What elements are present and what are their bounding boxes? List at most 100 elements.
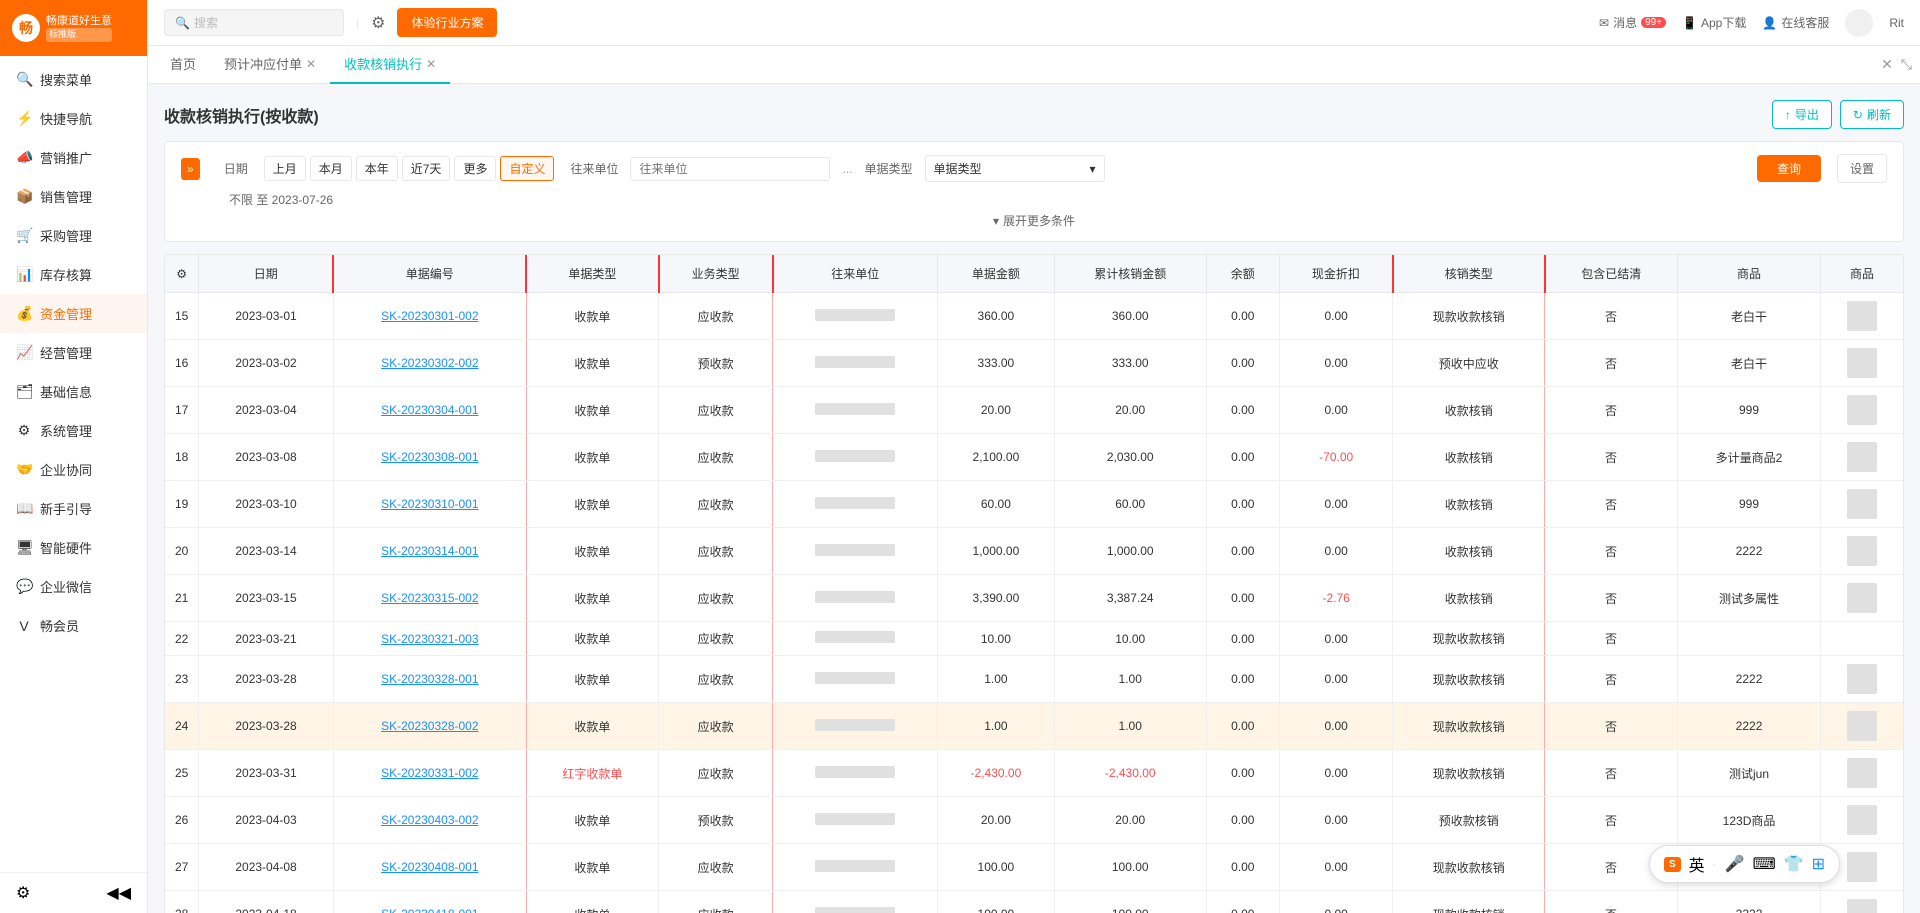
solution-btn[interactable]: 体验行业方案 [397,8,497,37]
filter-collapse-btn[interactable]: » [181,158,200,180]
cell-included: 否 [1545,750,1678,797]
bill-no-link[interactable]: SK-20230302-002 [381,356,478,370]
collapse-icon[interactable]: ◀◀ [106,883,131,903]
sidebar-item-search[interactable]: 🔍 搜索菜单 [0,60,147,99]
date-btn-custom[interactable]: 自定义 [500,156,554,181]
app-download-btn[interactable]: 📱 App下载 [1682,14,1746,31]
inventory-icon: 📊 [16,266,32,283]
settings-bottom-icon[interactable]: ⚙ [16,883,30,903]
cell-bill-type: 收款单 [526,293,658,340]
partner-input[interactable] [630,157,830,181]
sidebar-item-shortcut[interactable]: ⚡ 快捷导航 [0,99,147,138]
bill-no-link[interactable]: SK-20230321-003 [381,632,478,646]
expand-conditions-btn[interactable]: ▾ 展开更多条件 [181,212,1887,229]
date-btn-this-year[interactable]: 本年 [356,156,398,181]
bill-no-link[interactable]: SK-20230408-001 [381,860,478,874]
sidebar-item-purchase[interactable]: 🛒 采购管理 [0,216,147,255]
cell-no: 17 [165,387,199,434]
bill-no-link[interactable]: SK-20230328-002 [381,719,478,733]
cell-amount: 360.00 [937,293,1054,340]
cell-amount: 20.00 [937,797,1054,844]
tab-pre-payable[interactable]: 预计冲应付单 ✕ [210,46,330,84]
mic-icon[interactable]: 🎤 [1725,854,1745,874]
bill-no-link[interactable]: SK-20230418-001 [381,907,478,913]
bill-no-link[interactable]: SK-20230314-001 [381,544,478,558]
sidebar-item-marketing[interactable]: 📣 营销推广 [0,138,147,177]
cell-included: 否 [1545,797,1678,844]
sidebar-item-wechat[interactable]: 💬 企业微信 [0,567,147,606]
cell-bill-type: 收款单 [526,844,658,891]
refresh-btn[interactable]: ↻ 刷新 [1840,100,1904,129]
sidebar-item-guide[interactable]: 📖 新手引导 [0,489,147,528]
chevron-down-icon: ▾ [993,214,999,228]
bill-no-link[interactable]: SK-20230310-001 [381,497,478,511]
cell-amount: 20.00 [937,387,1054,434]
cell-no: 25 [165,750,199,797]
sidebar-item-basics[interactable]: 🗂 基础信息 [0,372,147,411]
cell-cash-discount: 0.00 [1279,387,1392,434]
chevron-down-icon: ▾ [1089,162,1095,176]
sidebar-item-collab[interactable]: 🤝 企业协同 [0,450,147,489]
close-tab-pre-payable[interactable]: ✕ [306,57,316,71]
online-service-btn[interactable]: 👤 在线客服 [1762,14,1829,31]
cell-amount: 10.00 [937,622,1054,656]
cell-goods2 [1821,293,1903,340]
data-table: ⚙ 日期 单据编号 单据类型 业务类型 往来单位 单据金额 累计核销金额 余额 … [164,254,1904,913]
tab-actions: ✕ ⤡ [1881,56,1912,73]
shortcut-icon: ⚡ [16,110,32,127]
cell-cumulative: 60.00 [1054,481,1206,528]
sidebar-item-inventory[interactable]: 📊 库存核算 [0,255,147,294]
avatar[interactable] [1845,9,1873,37]
query-btn[interactable]: 查询 [1757,155,1821,182]
export-btn[interactable]: ↑ 导出 [1772,100,1832,129]
cell-cash-discount: 0.00 [1279,293,1392,340]
bill-no-link[interactable]: SK-20230403-002 [381,813,478,827]
basics-icon: 🗂 [16,383,32,400]
cell-goods1: 测试jun [1678,750,1821,797]
close-all-tabs-icon[interactable]: ✕ [1881,56,1893,73]
cell-goods2 [1821,387,1903,434]
setting-btn[interactable]: 设置 [1837,154,1887,183]
bill-no-link[interactable]: SK-20230304-001 [381,403,478,417]
cell-balance: 0.00 [1206,891,1279,913]
tab-write-off[interactable]: 收款核销执行 ✕ [330,46,450,84]
cell-balance: 0.00 [1206,844,1279,891]
cell-date: 2023-03-01 [199,293,333,340]
close-tab-write-off[interactable]: ✕ [426,57,436,71]
col-settings[interactable]: ⚙ [165,255,199,293]
gear-icon[interactable]: ⚙ [371,13,385,33]
topbar-search-box[interactable]: 🔍 搜索 [164,9,344,36]
cell-partner [773,703,938,750]
sidebar-item-operations[interactable]: 📈 经营管理 [0,333,147,372]
maximize-icon[interactable]: ⤡ [1901,56,1912,73]
shirt-icon[interactable]: 👕 [1784,854,1804,874]
date-btn-this-month[interactable]: 本月 [310,156,352,181]
sidebar-item-hardware[interactable]: 🖥 智能硬件 [0,528,147,567]
sidebar-item-member[interactable]: V 畅会员 [0,606,147,645]
bill-no-link[interactable]: SK-20230315-002 [381,591,478,605]
grid-icon[interactable]: ⊞ [1812,854,1825,874]
cell-balance: 0.00 [1206,797,1279,844]
topbar: 🔍 搜索 | ⚙ 体验行业方案 ✉ 消息 99+ 📱 App下载 👤 在线客服 … [148,0,1920,46]
keyboard-icon[interactable]: ⌨ [1753,854,1776,874]
bill-no-link[interactable]: SK-20230308-001 [381,450,478,464]
bill-no-link[interactable]: SK-20230331-002 [381,766,478,780]
cell-included: 否 [1545,387,1678,434]
tab-home[interactable]: 首页 [156,46,210,84]
date-btn-7days[interactable]: 近7天 [402,156,451,181]
date-btn-last-month[interactable]: 上月 [264,156,306,181]
marketing-icon: 📣 [16,149,32,166]
cell-included: 否 [1545,528,1678,575]
message-btn[interactable]: ✉ 消息 99+ [1599,14,1666,31]
bill-no-link[interactable]: SK-20230301-002 [381,309,478,323]
cell-bill-no: SK-20230418-001 [333,891,526,913]
sidebar-item-finance[interactable]: 💰 资金管理 [0,294,147,333]
date-btn-more[interactable]: 更多 [454,156,496,181]
bill-no-link[interactable]: SK-20230328-001 [381,672,478,686]
cell-bill-type: 收款单 [526,891,658,913]
chinese-input-icon[interactable]: 英 [1689,852,1705,876]
bill-type-select[interactable]: 单据类型 ▾ [925,155,1105,182]
cell-no: 22 [165,622,199,656]
sidebar-item-sales[interactable]: 📦 销售管理 [0,177,147,216]
sidebar-item-system[interactable]: ⚙ 系统管理 [0,411,147,450]
